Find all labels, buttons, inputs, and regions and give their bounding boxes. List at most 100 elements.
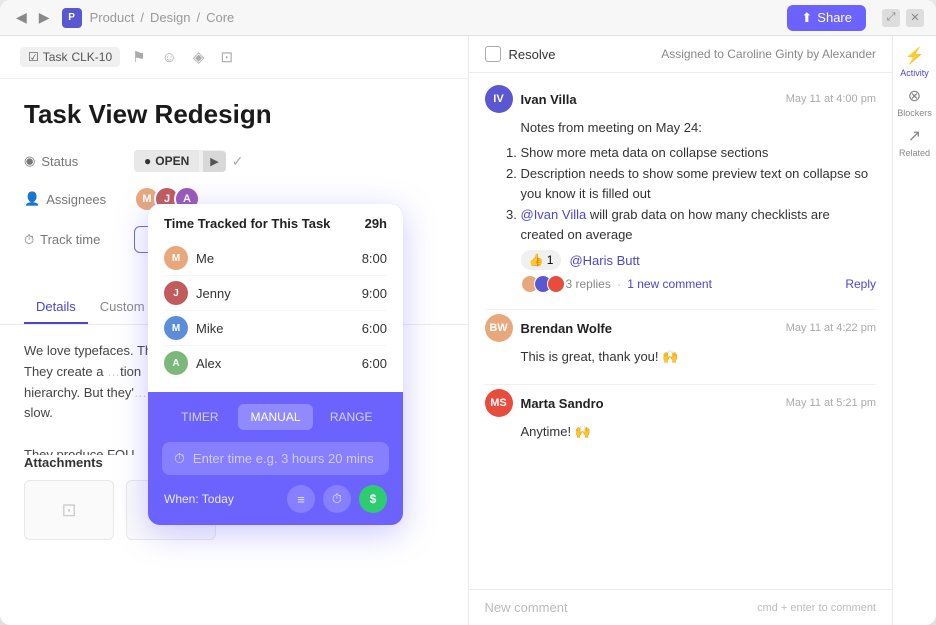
- share-button[interactable]: ⬆ Share: [787, 5, 866, 31]
- time-tracking-popup: Time Tracked for This Task 29h M Me 8:00: [148, 204, 403, 525]
- sidebar-item-blockers[interactable]: ⊗ Blockers: [897, 84, 933, 120]
- image-icon[interactable]: ⊡: [216, 46, 237, 68]
- time-avatar-mike: M: [164, 316, 188, 340]
- comment-list-item-2: Description needs to show some preview t…: [521, 164, 877, 203]
- time-tab-range[interactable]: RANGE: [313, 404, 389, 430]
- breadcrumb-design[interactable]: Design: [150, 10, 190, 25]
- time-user-row-me: M Me 8:00: [164, 241, 387, 276]
- activity-panel: Resolve Assigned to Caroline Ginty by Al…: [469, 36, 893, 625]
- mention-haris[interactable]: @Haris Butt: [569, 253, 639, 268]
- comments-area: IV Ivan Villa May 11 at 4:00 pm Notes fr…: [469, 73, 893, 589]
- time-footer-icons: ≡ ⏱ $: [287, 485, 387, 513]
- status-arrow[interactable]: ▶: [203, 151, 225, 172]
- new-comment-link[interactable]: 1 new comment: [627, 277, 712, 291]
- replies-count: 3 replies: [566, 277, 611, 291]
- status-icon: ◉: [24, 153, 35, 169]
- reaction-thumbsup[interactable]: 👍 1: [521, 250, 562, 270]
- username-marta: Marta Sandro: [521, 396, 604, 411]
- time-dollar-icon[interactable]: $: [359, 485, 387, 513]
- tab-details[interactable]: Details: [24, 291, 88, 324]
- attachment-1[interactable]: ⊡: [24, 480, 114, 540]
- forward-button[interactable]: ▶: [35, 7, 54, 28]
- time-total: 29h: [365, 216, 387, 231]
- resolve-checkbox[interactable]: [485, 46, 501, 62]
- right-container: Resolve Assigned to Caroline Ginty by Al…: [469, 36, 936, 625]
- close-button[interactable]: ✕: [906, 9, 924, 27]
- activity-icon: ⚡: [905, 46, 925, 66]
- reply-avatars: [521, 275, 560, 293]
- comment-body-marta: Anytime! 🙌: [485, 422, 877, 443]
- time-user-hours-alex: 6:00: [362, 356, 387, 371]
- window-controls: ⤢ ✕: [882, 9, 924, 27]
- avatar-brendan: BW: [485, 314, 513, 342]
- time-user-name-jenny: Jenny: [196, 286, 231, 301]
- divider-1: [485, 309, 877, 310]
- time-tab-timer[interactable]: TIMER: [162, 404, 238, 430]
- comment-list-item-3: @Ivan Villa will grab data on how many c…: [521, 205, 877, 244]
- app-icon: P: [62, 8, 82, 28]
- breadcrumb-core[interactable]: Core: [206, 10, 234, 25]
- replies-row: 3 replies · 1 new comment Reply: [485, 275, 877, 293]
- time-header-row: Time Tracked for This Task 29h: [164, 216, 387, 231]
- time-avatar-alex: A: [164, 351, 188, 375]
- left-panel: ☑ Task CLK-10 ⚑ ☺ ◈ ⊡ Task View Redesign…: [0, 36, 469, 625]
- time-user-hours-mike: 6:00: [362, 321, 387, 336]
- comment-time-ivan: May 11 at 4:00 pm: [786, 93, 876, 105]
- comment-ivan: IV Ivan Villa May 11 at 4:00 pm Notes fr…: [485, 85, 877, 293]
- time-user-row-alex: A Alex 6:00: [164, 346, 387, 380]
- back-button[interactable]: ◀: [12, 7, 31, 28]
- time-tabs: TIMER MANUAL RANGE: [162, 404, 389, 430]
- flag-icon[interactable]: ⚑: [128, 46, 149, 68]
- status-open-label: ● OPEN: [134, 150, 199, 172]
- time-tab-manual[interactable]: MANUAL: [238, 404, 314, 430]
- time-user-hours-jenny: 9:00: [362, 286, 387, 301]
- titlebar: ◀ ▶ P Product / Design / Core ⬆ Share ⤢ …: [0, 0, 936, 36]
- sidebar-item-related[interactable]: ↗ Related: [897, 124, 933, 160]
- reply-button-ivan[interactable]: Reply: [845, 277, 876, 291]
- resolve-left: Resolve: [485, 46, 556, 62]
- time-user-name-me: Me: [196, 251, 214, 266]
- time-avatar-me: M: [164, 246, 188, 270]
- blockers-icon: ⊗: [908, 86, 921, 106]
- time-user-list: M Me 8:00 J Jenny 9:00: [164, 241, 387, 380]
- comment-time-brendan: May 11 at 4:22 pm: [786, 322, 876, 334]
- comment-time-marta: May 11 at 5:21 pm: [786, 397, 876, 409]
- resolve-bar: Resolve Assigned to Caroline Ginty by Al…: [469, 36, 893, 73]
- minimize-button[interactable]: ⤢: [882, 9, 900, 27]
- main-area: ☑ Task CLK-10 ⚑ ☺ ◈ ⊡ Task View Redesign…: [0, 36, 936, 625]
- share-icon: ⬆: [801, 10, 812, 26]
- comment-input-area: cmd + enter to comment: [469, 589, 893, 625]
- share-label: Share: [817, 10, 852, 25]
- time-input[interactable]: [193, 451, 377, 466]
- avatar-ivan: IV: [485, 85, 513, 113]
- app-window: ◀ ▶ P Product / Design / Core ⬆ Share ⤢ …: [0, 0, 936, 625]
- time-list-icon[interactable]: ≡: [287, 485, 315, 513]
- reply-avatar-3: [547, 275, 565, 293]
- status-check-icon[interactable]: ✓: [232, 153, 244, 170]
- task-label: Task: [43, 50, 68, 64]
- emoji-icon[interactable]: ☺: [158, 47, 181, 68]
- status-badge[interactable]: ● OPEN ▶: [134, 150, 226, 172]
- time-header-title: Time Tracked for This Task: [164, 216, 330, 231]
- time-timer-icon[interactable]: ⏱: [323, 485, 351, 513]
- sidebar-item-activity[interactable]: ⚡ Activity: [897, 44, 933, 80]
- tag-icon[interactable]: ◈: [189, 46, 209, 68]
- blockers-label: Blockers: [897, 108, 932, 118]
- comment-list-ivan: Show more meta data on collapse sections…: [485, 143, 877, 245]
- time-user-row-mike: M Mike 6:00: [164, 311, 387, 346]
- comment-body-ivan: Notes from meeting on May 24:: [485, 118, 877, 139]
- time-user-name-mike: Mike: [196, 321, 223, 336]
- related-icon: ↗: [908, 126, 921, 146]
- divider-2: [485, 384, 877, 385]
- related-label: Related: [899, 148, 930, 158]
- comment-input[interactable]: [485, 600, 758, 615]
- resolve-text: Resolve: [509, 47, 556, 62]
- comment-ivan-header: IV Ivan Villa May 11 at 4:00 pm: [485, 85, 877, 113]
- task-id: CLK-10: [71, 50, 112, 64]
- task-tag: ☑ Task CLK-10: [20, 47, 120, 67]
- right-sidebar: ⚡ Activity ⊗ Blockers ↗ Related: [892, 36, 936, 625]
- time-popup-body: TIMER MANUAL RANGE ⏱ When: Today ≡ ⏱ $: [148, 392, 403, 525]
- breadcrumb-product[interactable]: Product: [90, 10, 135, 25]
- nav-buttons: ◀ ▶: [12, 7, 54, 28]
- mention-ivan[interactable]: @Ivan Villa: [521, 207, 587, 222]
